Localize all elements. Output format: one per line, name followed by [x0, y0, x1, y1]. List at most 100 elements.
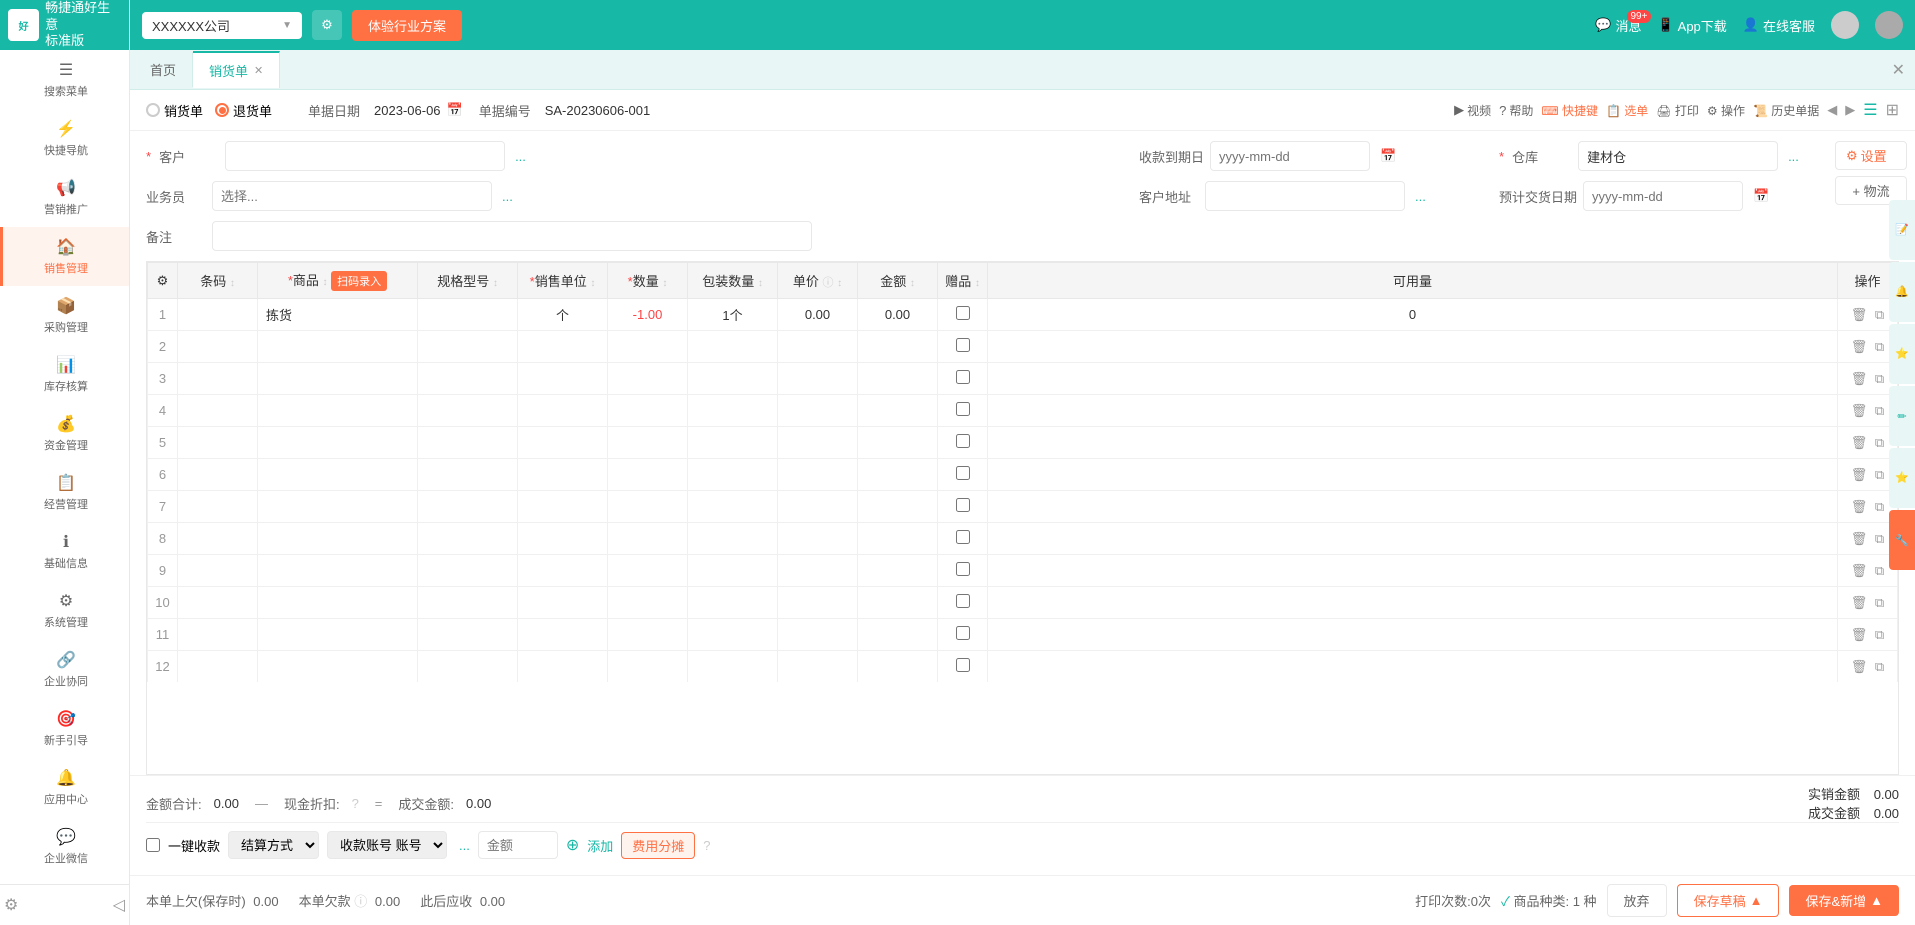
cell-spec-1[interactable] — [418, 331, 518, 363]
sidebar-item-3[interactable]: 🏠销售管理 — [0, 227, 129, 286]
cell-qty-9[interactable] — [608, 587, 688, 619]
customer-input[interactable] — [225, 141, 505, 171]
cell-spec-3[interactable] — [418, 395, 518, 427]
cell-spec-7[interactable] — [418, 523, 518, 555]
expense-split-button[interactable]: 费用分摊 — [621, 832, 695, 859]
copy-icon-6[interactable]: ⧉ — [1875, 499, 1884, 514]
copy-icon-8[interactable]: ⧉ — [1875, 563, 1884, 578]
cell-price-0[interactable]: 0.00 — [778, 299, 858, 331]
topbar-settings-button[interactable]: ⚙ — [312, 10, 342, 40]
customer-dots[interactable]: ... — [515, 149, 526, 164]
cell-product-11[interactable] — [258, 651, 418, 683]
cell-spec-2[interactable] — [418, 363, 518, 395]
cell-product-0[interactable]: 拣货 — [258, 299, 418, 331]
copy-icon-4[interactable]: ⧉ — [1875, 435, 1884, 450]
cell-gift-0[interactable] — [938, 299, 988, 331]
cell-product-2[interactable] — [258, 363, 418, 395]
delete-icon-1[interactable]: 🗑 — [1851, 339, 1868, 354]
copy-icon-1[interactable]: ⧉ — [1875, 339, 1884, 354]
cell-price-6[interactable] — [778, 491, 858, 523]
cell-qty-5[interactable] — [608, 459, 688, 491]
delete-icon-4[interactable]: 🗑 — [1851, 435, 1868, 450]
app-download-button[interactable]: 📱 App下载 — [1657, 16, 1726, 35]
sidebar-item-0[interactable]: ☰搜索菜单 — [0, 50, 129, 109]
sidebar-item-14[interactable]: ▽畅会员 — [0, 876, 129, 884]
cell-product-1[interactable] — [258, 331, 418, 363]
delete-icon-3[interactable]: 🗑 — [1851, 403, 1868, 418]
float-edit-btn[interactable]: ✏ — [1889, 386, 1915, 446]
cell-barcode-10[interactable] — [178, 619, 258, 651]
sidebar-item-12[interactable]: 🔔应用中心 — [0, 758, 129, 817]
cell-product-7[interactable] — [258, 523, 418, 555]
cell-spec-8[interactable] — [418, 555, 518, 587]
cell-barcode-5[interactable] — [178, 459, 258, 491]
cell-spec-5[interactable] — [418, 459, 518, 491]
cell-gift-11[interactable] — [938, 651, 988, 683]
cell-price-7[interactable] — [778, 523, 858, 555]
cell-price-8[interactable] — [778, 555, 858, 587]
copy-icon-5[interactable]: ⧉ — [1875, 467, 1884, 482]
cell-barcode-11[interactable] — [178, 651, 258, 683]
cell-barcode-0[interactable] — [178, 299, 258, 331]
pack-sort-icon[interactable]: ↕ — [758, 278, 763, 289]
cell-qty-4[interactable] — [608, 427, 688, 459]
sidebar-settings-icon[interactable]: ⚙ — [4, 895, 18, 915]
cell-gift-4[interactable] — [938, 427, 988, 459]
cell-qty-6[interactable] — [608, 491, 688, 523]
view-grid-icon[interactable]: ⊞ — [1886, 100, 1899, 120]
company-selector[interactable]: XXXXXX公司 ▼ — [142, 12, 302, 39]
sidebar-item-10[interactable]: 🔗企业协同 — [0, 640, 129, 699]
copy-icon-9[interactable]: ⧉ — [1875, 595, 1884, 610]
salesperson-dots[interactable]: ... — [502, 189, 513, 204]
cell-spec-10[interactable] — [418, 619, 518, 651]
action-shortcuts[interactable]: ⌨ 快捷键 — [1541, 102, 1598, 119]
amount-input[interactable] — [478, 831, 558, 859]
cell-gift-3[interactable] — [938, 395, 988, 427]
cell-price-2[interactable] — [778, 363, 858, 395]
cell-barcode-2[interactable] — [178, 363, 258, 395]
cell-price-1[interactable] — [778, 331, 858, 363]
save-new-dropdown-icon[interactable]: ▲ — [1870, 893, 1883, 908]
cell-qty-10[interactable] — [608, 619, 688, 651]
float-notes-btn[interactable]: 📝 — [1889, 200, 1915, 260]
delete-icon-9[interactable]: 🗑 — [1851, 595, 1868, 610]
delete-icon-6[interactable]: 🗑 — [1851, 499, 1868, 514]
delete-icon-11[interactable]: 🗑 — [1851, 659, 1868, 674]
action-select[interactable]: 📋 选单 — [1606, 102, 1648, 119]
save-draft-button[interactable]: 保存草稿 ▲ — [1677, 884, 1780, 917]
tab-1[interactable]: 销货单✕ — [193, 51, 280, 88]
cell-qty-0[interactable]: -1.00 — [608, 299, 688, 331]
sidebar-item-1[interactable]: ⚡快捷导航 — [0, 109, 129, 168]
copy-icon-11[interactable]: ⧉ — [1875, 659, 1884, 674]
sidebar-collapse-icon[interactable]: ◁ — [113, 895, 125, 915]
cell-barcode-3[interactable] — [178, 395, 258, 427]
cell-spec-11[interactable] — [418, 651, 518, 683]
cell-gift-5[interactable] — [938, 459, 988, 491]
cell-barcode-1[interactable] — [178, 331, 258, 363]
warehouse-input[interactable] — [1578, 141, 1778, 171]
copy-icon-0[interactable]: ⧉ — [1875, 307, 1884, 322]
product-sort-icon[interactable]: ↕ — [323, 277, 328, 288]
cell-spec-9[interactable] — [418, 587, 518, 619]
history-next-icon[interactable]: ▶ — [1845, 102, 1855, 118]
cell-gift-6[interactable] — [938, 491, 988, 523]
one-click-pay-checkbox[interactable] — [146, 838, 160, 852]
customer-addr-input[interactable] — [1205, 181, 1405, 211]
float-orange-btn[interactable]: 🔧 — [1889, 510, 1915, 570]
copy-icon-7[interactable]: ⧉ — [1875, 531, 1884, 546]
delete-icon-2[interactable]: 🗑 — [1851, 371, 1868, 386]
spec-sort-icon[interactable]: ↕ — [493, 278, 498, 289]
copy-icon-3[interactable]: ⧉ — [1875, 403, 1884, 418]
delete-icon-10[interactable]: 🗑 — [1851, 627, 1868, 642]
delete-icon-0[interactable]: 🗑 — [1851, 307, 1868, 322]
view-list-icon[interactable]: ☰ — [1863, 100, 1877, 120]
expected-date-input[interactable] — [1583, 181, 1743, 211]
col-settings[interactable]: ⚙ — [148, 263, 178, 299]
cell-barcode-7[interactable] — [178, 523, 258, 555]
sidebar-item-9[interactable]: ⚙系统管理 — [0, 581, 129, 640]
cell-price-4[interactable] — [778, 427, 858, 459]
unit-sort-icon[interactable]: ↕ — [590, 278, 595, 289]
sidebar-item-11[interactable]: 🎯新手引导 — [0, 699, 129, 758]
payment-date-calendar-icon[interactable]: 📅 — [1380, 148, 1396, 164]
trial-button[interactable]: 体验行业方案 — [352, 10, 462, 41]
